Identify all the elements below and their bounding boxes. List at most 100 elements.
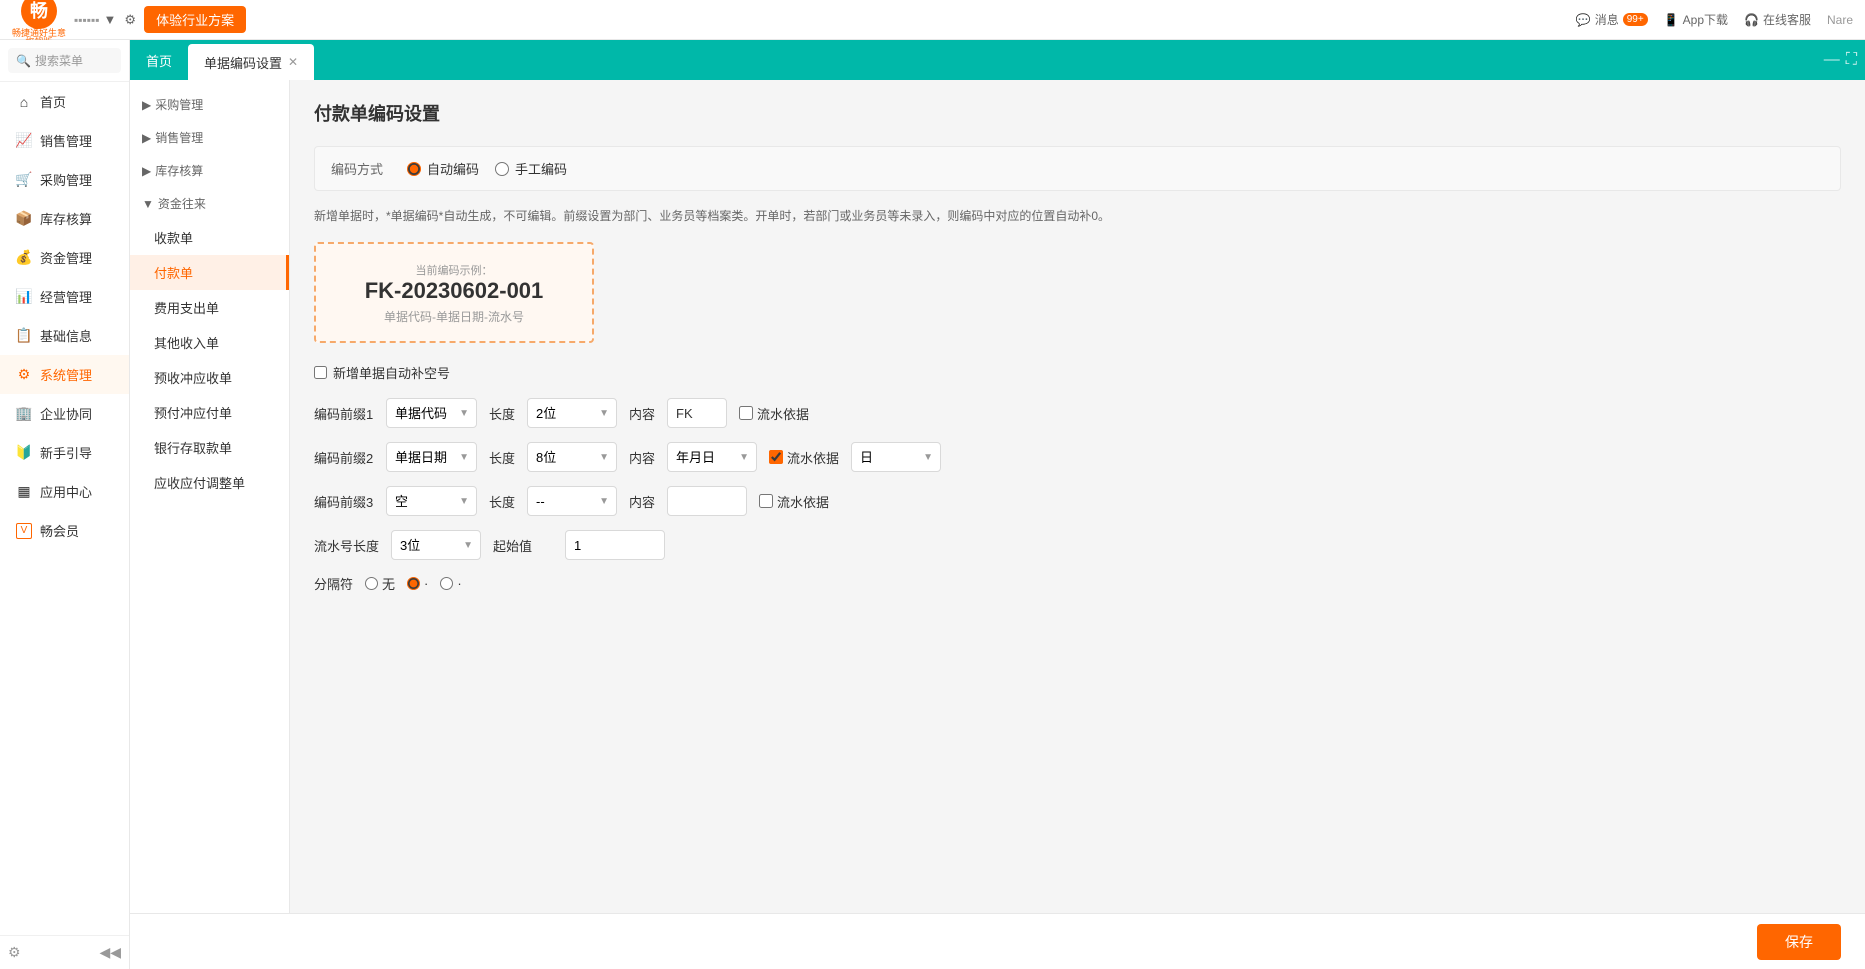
company-selector[interactable]: ▪▪▪▪▪▪ ▼ — [74, 12, 116, 27]
second-sidebar-item-payment[interactable]: 付款单 — [130, 255, 289, 290]
sidebar-item-guide[interactable]: 🔰 新手引导 — [0, 433, 129, 472]
search-menu-label: 搜索菜单 — [35, 52, 83, 69]
content2-select[interactable]: 年月日 年月 年 — [667, 442, 757, 472]
collapse-sidebar-icon[interactable]: ◀◀ — [99, 944, 121, 961]
app-download-btn[interactable]: 📱 App下载 — [1664, 11, 1728, 28]
length1-select-wrapper: 2位 3位 4位 — [527, 398, 617, 428]
search-menu-btn[interactable]: 🔍 搜索菜单 — [8, 48, 121, 73]
start-value-label: 起始值 — [493, 536, 553, 555]
sep-none-label[interactable]: 无 — [365, 574, 395, 593]
length2-select[interactable]: 6位 8位 10位 — [527, 442, 617, 472]
settings-bottom-icon[interactable]: ⚙ — [8, 944, 21, 961]
start-value-input[interactable] — [565, 530, 665, 560]
sidebar-item-company[interactable]: 🏢 企业协同 — [0, 394, 129, 433]
serial2-label: 流水依据 — [787, 448, 839, 467]
prefix3-select[interactable]: 单据代码 单据日期 空 部门 业务员 — [386, 486, 477, 516]
prefix2-select[interactable]: 单据代码 单据日期 空 部门 业务员 — [386, 442, 477, 472]
user-info[interactable]: Nare — [1827, 13, 1853, 27]
svg-text:畅: 畅 — [30, 0, 48, 21]
second-sidebar-item-other-income[interactable]: 其他收入单 — [130, 325, 289, 360]
sidebar-item-member[interactable]: V 畅会员 — [0, 511, 129, 550]
radio-auto-label[interactable]: 自动编码 — [407, 159, 479, 178]
settings-icon[interactable]: ⚙ — [124, 12, 136, 28]
length1-select[interactable]: 2位 3位 4位 — [527, 398, 617, 428]
encoding-method-label: 编码方式 — [331, 159, 383, 178]
second-sidebar-item-pre-payment[interactable]: 预付冲应付单 — [130, 395, 289, 430]
auto-fill-label[interactable]: 新增单据自动补空号 — [333, 363, 450, 382]
app-download-label: App下载 — [1683, 11, 1728, 28]
prefix2-select-wrapper: 单据代码 单据日期 空 部门 业务员 — [386, 442, 477, 472]
serial-length-select[interactable]: 2位 3位 4位 5位 — [391, 530, 481, 560]
main-area: 首页 单据编码设置 ✕ — ⛶ ▶ 采购管理 — [130, 40, 1865, 969]
second-sidebar-item-bank[interactable]: 银行存取款单 — [130, 430, 289, 465]
save-button[interactable]: 保存 — [1757, 924, 1841, 960]
second-sidebar-group-inventory-header[interactable]: ▶ 库存核算 — [130, 154, 289, 187]
prefix1-select[interactable]: 单据代码 单据日期 空 部门 业务员 — [386, 398, 477, 428]
tab-code-setting[interactable]: 单据编码设置 ✕ — [188, 44, 314, 80]
second-sidebar-item-expense[interactable]: 费用支出单 — [130, 290, 289, 325]
home-icon — [16, 94, 32, 110]
second-sidebar-group-purchase-header[interactable]: ▶ 采购管理 — [130, 88, 289, 121]
serial3-check-label[interactable]: 流水依据 — [759, 492, 829, 511]
second-sidebar-item-adjustment[interactable]: 应收应付调整单 — [130, 465, 289, 500]
sidebar-item-finance[interactable]: 💰 资金管理 — [0, 238, 129, 277]
sep-dash-radio[interactable] — [440, 577, 453, 590]
message-btn[interactable]: 💬 消息 99+ — [1576, 11, 1648, 28]
serial2-unit-select[interactable]: 日 月 年 — [851, 442, 941, 472]
radio-manual-label[interactable]: 手工编码 — [495, 159, 567, 178]
group-inventory-label: 库存核算 — [155, 162, 203, 179]
separator-radio-group: 无 · · — [365, 574, 462, 593]
sidebar-item-sales[interactable]: 📈 销售管理 — [0, 121, 129, 160]
serial2-checkbox[interactable] — [769, 450, 783, 464]
sep-dot-text: · — [424, 576, 428, 591]
sidebar-label-sales: 销售管理 — [40, 131, 92, 150]
page-title: 付款单编码设置 — [314, 100, 1841, 126]
serial1-checkbox[interactable] — [739, 406, 753, 420]
sidebar-label-member: 畅会员 — [40, 521, 79, 540]
second-sidebar-group-sales-header[interactable]: ▶ 销售管理 — [130, 121, 289, 154]
sidebar-item-purchase[interactable]: 🛒 采购管理 — [0, 160, 129, 199]
tab-home[interactable]: 首页 — [130, 40, 188, 80]
second-sidebar-item-pre-receipt[interactable]: 预收冲应收单 — [130, 360, 289, 395]
radio-auto-input[interactable] — [407, 162, 421, 176]
sep-dash-label[interactable]: · — [440, 576, 461, 591]
serial-length-row: 流水号长度 2位 3位 4位 5位 起始值 — [314, 530, 1841, 560]
serial3-checkbox[interactable] — [759, 494, 773, 508]
auto-fill-checkbox[interactable] — [314, 366, 327, 379]
sidebar-label-finance: 资金管理 — [40, 248, 92, 267]
tab-minimize-icon[interactable]: — — [1824, 51, 1840, 69]
second-sidebar-group-inventory: ▶ 库存核算 — [130, 154, 289, 187]
second-sidebar-group-finance-header[interactable]: ▼ 资金往来 — [130, 187, 289, 220]
serial2-check-label[interactable]: 流水依据 — [769, 448, 839, 467]
sidebar-item-operation[interactable]: 📊 经营管理 — [0, 277, 129, 316]
operation-icon: 📊 — [16, 289, 32, 305]
tab-close-icon[interactable]: ✕ — [288, 55, 298, 69]
config-row-1: 编码前缀1 单据代码 单据日期 空 部门 业务员 长度 — [314, 398, 1841, 428]
sep-none-text: 无 — [382, 574, 395, 593]
member-icon: V — [16, 523, 32, 539]
prefix3-select-wrapper: 单据代码 单据日期 空 部门 业务员 — [386, 486, 477, 516]
online-service-btn[interactable]: 🎧 在线客服 — [1744, 11, 1811, 28]
preview-code: FK-20230602-001 — [340, 278, 568, 304]
bottom-bar: 保存 — [130, 913, 1865, 969]
sidebar-label-purchase: 采购管理 — [40, 170, 92, 189]
search-icon: 🔍 — [16, 54, 31, 68]
serial1-check-label[interactable]: 流水依据 — [739, 404, 809, 423]
industry-btn[interactable]: 体验行业方案 — [144, 6, 246, 33]
sidebar-item-apps[interactable]: ▦ 应用中心 — [0, 472, 129, 511]
radio-manual-input[interactable] — [495, 162, 509, 176]
tab-maximize-icon[interactable]: ⛶ — [1846, 51, 1857, 69]
sidebar-item-system[interactable]: ⚙ 系统管理 — [0, 355, 129, 394]
sidebar-item-home[interactable]: 首页 — [0, 82, 129, 121]
sep-dot-radio[interactable] — [407, 577, 420, 590]
content3-value — [667, 486, 747, 516]
sidebar-label-company: 企业协同 — [40, 404, 92, 423]
second-sidebar-item-receipt[interactable]: 收款单 — [130, 220, 289, 255]
sep-dot-label[interactable]: · — [407, 576, 428, 591]
app-download-icon: 📱 — [1664, 13, 1679, 27]
prefix2-label: 编码前缀2 — [314, 448, 374, 467]
sep-none-radio[interactable] — [365, 577, 378, 590]
sidebar-item-inventory[interactable]: 📦 库存核算 — [0, 199, 129, 238]
sidebar-item-basic[interactable]: 📋 基础信息 — [0, 316, 129, 355]
length3-select[interactable]: -- 1位 2位 — [527, 486, 617, 516]
